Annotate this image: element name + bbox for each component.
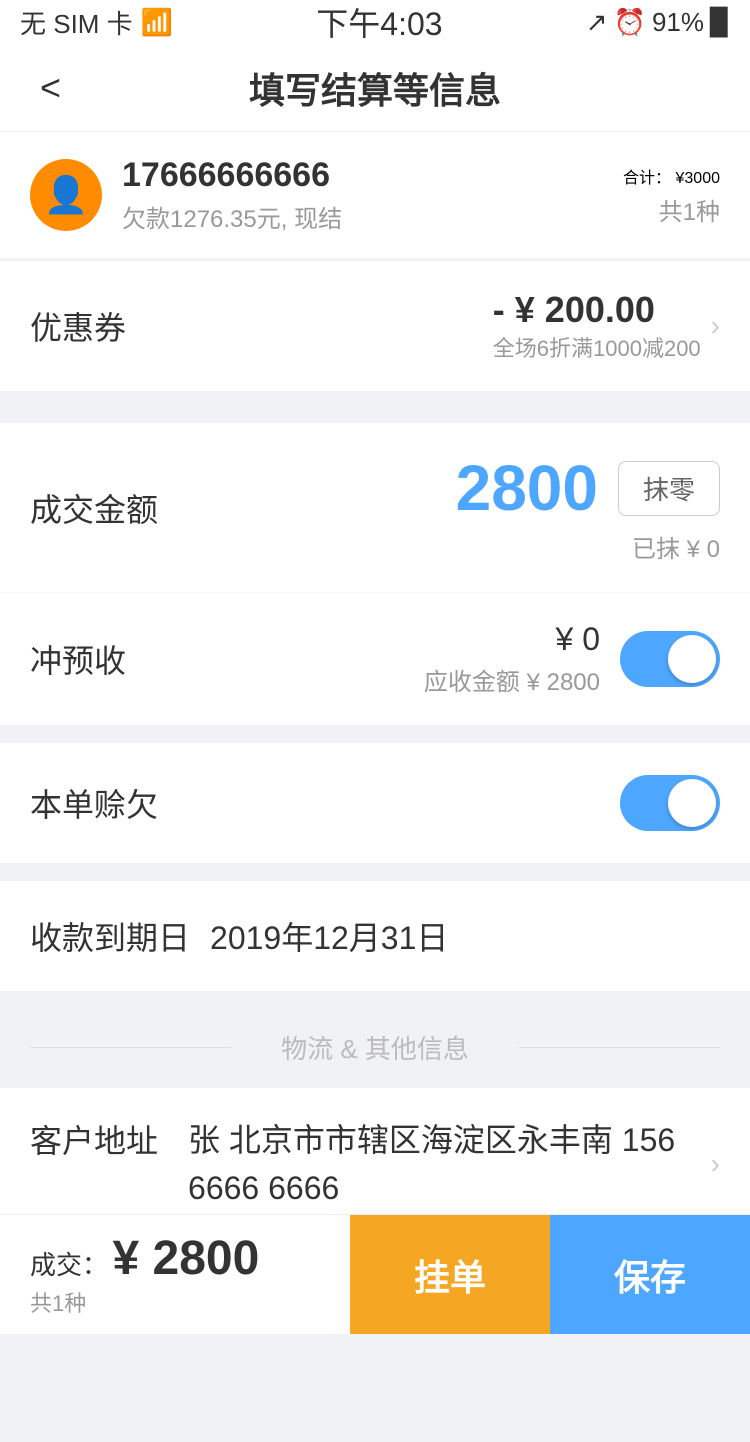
prepay-receivable: 应收金额 ¥ 2800: [424, 662, 600, 697]
status-time: 下午4:03: [316, 0, 442, 45]
logistics-line-left: [30, 1047, 231, 1048]
hold-button[interactable]: 挂单: [350, 1215, 550, 1334]
save-button[interactable]: 保存: [550, 1215, 750, 1334]
bottom-bar: 成交： ¥ 2800 共1种 挂单 保存: [0, 1214, 750, 1334]
deal-amount-group: 2800 抹零: [456, 451, 720, 525]
address-label: 客户地址: [30, 1116, 158, 1162]
battery-icon: ▉: [710, 7, 730, 38]
deal-amount-right: 2800 抹零 已抹 ¥ 0: [456, 451, 720, 564]
round-off-button[interactable]: 抹零: [618, 461, 720, 516]
prepay-right-inner: ¥ 0 应收金额 ¥ 2800: [424, 621, 720, 697]
prepay-row: 冲预收 ¥ 0 应收金额 ¥ 2800: [0, 593, 750, 725]
address-value: 张 北京市市辖区海淀区永丰南 156 6666 6666: [188, 1116, 681, 1212]
deal-amount-sub: 已抹 ¥ 0: [456, 529, 720, 564]
total-count: 共1种: [623, 192, 720, 227]
deal-amount-value: 2800: [456, 451, 598, 525]
page-title: 填写结算等信息: [249, 62, 501, 114]
nav-bar: < 填写结算等信息: [0, 44, 750, 132]
debt-toggle[interactable]: [620, 775, 720, 831]
avatar-icon: 👤: [44, 174, 89, 216]
section-divider-2: [0, 727, 750, 743]
section-divider-4: [0, 993, 750, 1009]
due-date-label: 收款到期日: [30, 913, 190, 959]
toggle-knob: [668, 635, 716, 683]
logistics-label: 物流 & 其他信息: [281, 1029, 469, 1066]
bottom-count: 共1种: [30, 1286, 320, 1318]
status-left: 无 SIM 卡 📶: [20, 4, 173, 41]
bottom-summary: 成交： ¥ 2800 共1种: [0, 1231, 350, 1318]
status-right: ↗ ⏰ 91% ▉: [586, 7, 730, 38]
bottom-deal-amount: ¥ 2800: [112, 1232, 259, 1285]
prepay-amount: ¥ 0: [424, 621, 600, 658]
customer-left: 👤 17666666666 欠款1276.35元, 现结: [30, 156, 342, 234]
location-icon: ↗: [586, 7, 608, 38]
battery-text: 91%: [652, 7, 704, 38]
chevron-right-icon: ›: [711, 310, 720, 342]
customer-card: 👤 17666666666 欠款1276.35元, 现结 合计： ¥3000 共…: [0, 132, 750, 258]
carrier-text: 无 SIM 卡: [20, 4, 133, 41]
back-button[interactable]: <: [30, 57, 71, 119]
logistics-section-header: 物流 & 其他信息: [0, 1009, 750, 1086]
prepay-right: ¥ 0 应收金额 ¥ 2800: [424, 621, 720, 697]
prepay-label: 冲预收: [30, 636, 126, 682]
coupon-desc: 全场6折满1000减200: [493, 331, 701, 363]
deal-amount-row: 成交金额 2800 抹零 已抹 ¥ 0: [0, 423, 750, 593]
prepay-values: ¥ 0 应收金额 ¥ 2800: [424, 621, 600, 697]
total-amount: ¥3000: [676, 170, 721, 187]
section-divider-1: [0, 407, 750, 423]
coupon-right: - ¥ 200.00 全场6折满1000减200 ›: [493, 289, 720, 363]
avatar: 👤: [30, 159, 102, 231]
bottom-deal-label: 成交：: [30, 1250, 108, 1280]
coupon-label: 优惠券: [30, 303, 126, 349]
logistics-line-right: [519, 1047, 720, 1048]
section-divider-3: [0, 865, 750, 881]
debt-toggle-knob: [668, 779, 716, 827]
total-label: 合计：: [623, 170, 671, 187]
address-chevron-icon: ›: [711, 1148, 720, 1180]
wifi-icon: 📶: [141, 7, 173, 38]
coupon-row[interactable]: 优惠券 - ¥ 200.00 全场6折满1000减200 ›: [0, 260, 750, 391]
debt-label: 本单赊欠: [30, 780, 158, 826]
deal-amount-section: 成交金额 2800 抹零 已抹 ¥ 0 冲预收 ¥ 0 应收金额 ¥ 2800: [0, 423, 750, 725]
due-date-value: 2019年12月31日: [210, 913, 448, 959]
alarm-icon: ⏰: [614, 7, 646, 38]
customer-phone: 17666666666: [122, 156, 342, 195]
status-bar: 无 SIM 卡 📶 下午4:03 ↗ ⏰ 91% ▉: [0, 0, 750, 44]
bottom-actions: 挂单 保存: [350, 1215, 750, 1334]
bottom-deal-line: 成交： ¥ 2800: [30, 1231, 320, 1286]
debt-row: 本单赊欠: [0, 743, 750, 863]
customer-info: 17666666666 欠款1276.35元, 现结: [122, 156, 342, 234]
coupon-right-content: - ¥ 200.00 全场6折满1000减200: [493, 289, 701, 363]
deal-amount-label: 成交金额: [30, 485, 158, 531]
due-date-row: 收款到期日 2019年12月31日: [0, 881, 750, 991]
prepay-toggle[interactable]: [620, 631, 720, 687]
customer-debt: 欠款1276.35元, 现结: [122, 199, 342, 234]
coupon-amount: - ¥ 200.00: [493, 289, 701, 331]
customer-right: 合计： ¥3000 共1种: [623, 164, 720, 227]
